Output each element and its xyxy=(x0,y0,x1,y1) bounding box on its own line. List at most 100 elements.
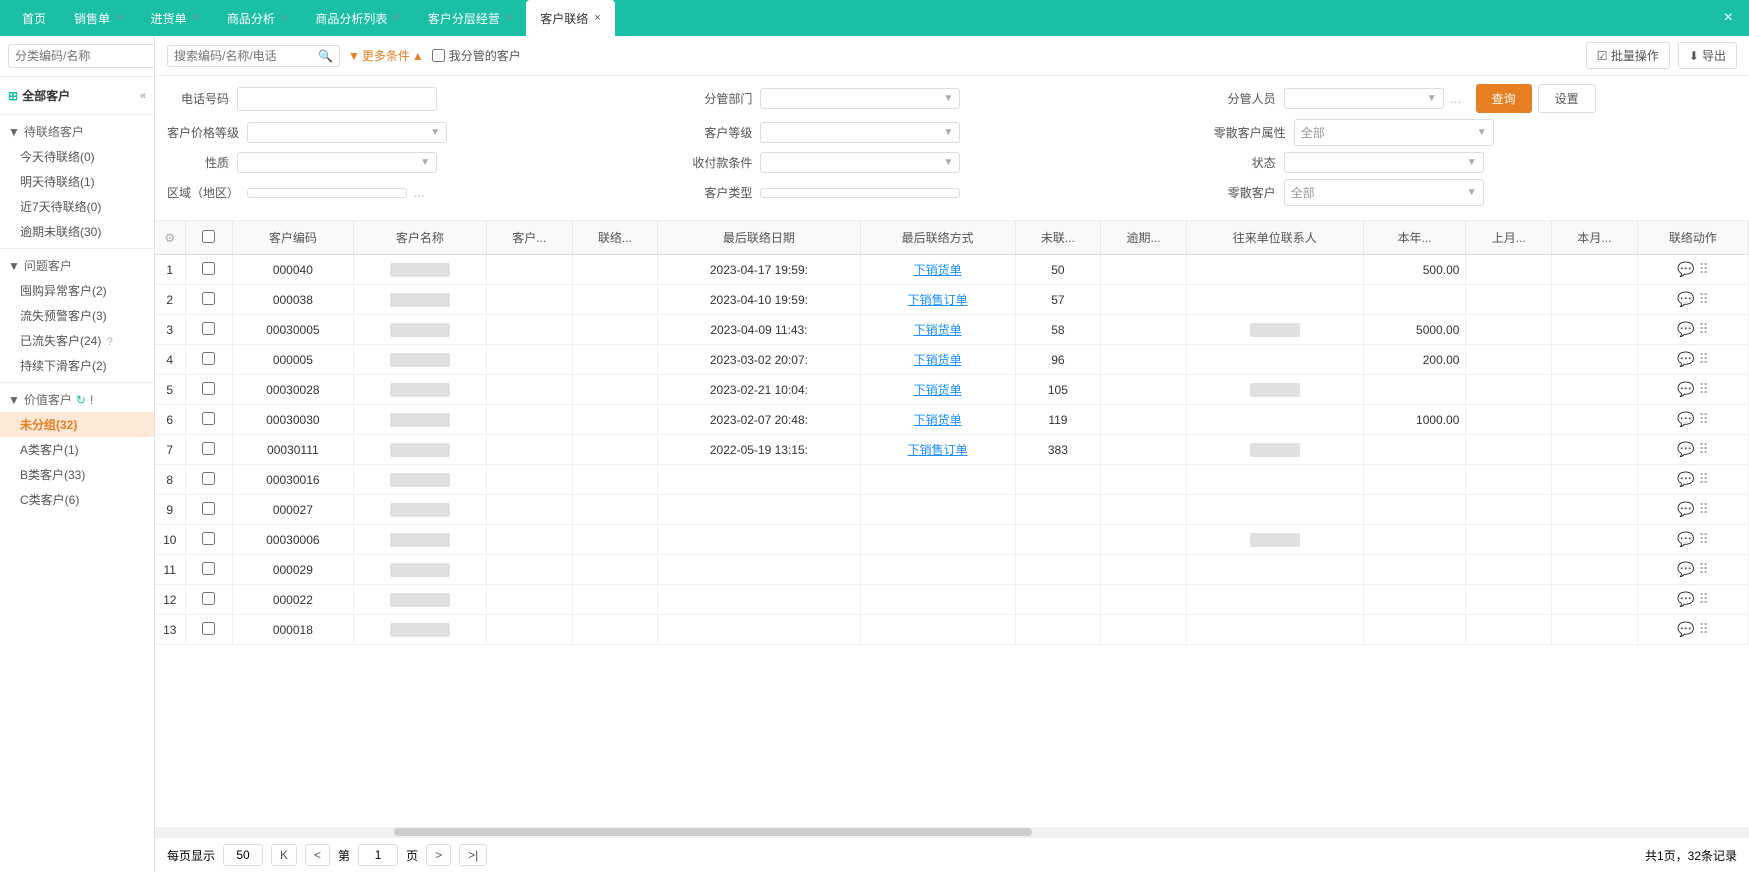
more-action-icon[interactable]: ⠿ xyxy=(1698,291,1708,308)
tab-product-list[interactable]: 商品分析列表 × xyxy=(301,0,413,36)
nature-select[interactable]: ▼ xyxy=(237,152,437,173)
sidebar-item-abnormal[interactable]: 囤购异常客户(2) xyxy=(0,278,154,303)
sidebar-collapse-button[interactable]: « xyxy=(140,90,146,102)
more-action-icon[interactable]: ⠿ xyxy=(1698,321,1708,338)
more-action-icon[interactable]: ⠿ xyxy=(1698,261,1708,278)
lastmethod-cell[interactable]: 下销货单 xyxy=(860,315,1015,345)
sidebar-item-classC[interactable]: C类客户(6) xyxy=(0,487,154,512)
sidebar-item-overdue[interactable]: 逾期未联络(30) xyxy=(0,219,154,244)
more-action-icon[interactable]: ⠿ xyxy=(1698,501,1708,518)
tab-product-list-close[interactable]: × xyxy=(393,12,399,24)
lastmethod-cell[interactable] xyxy=(860,525,1015,555)
tab-purchase-close[interactable]: × xyxy=(192,12,198,24)
call-icon[interactable]: 💬 xyxy=(1677,261,1694,278)
call-icon[interactable]: 💬 xyxy=(1677,291,1694,308)
export-button[interactable]: ⬇ 导出 xyxy=(1678,42,1737,69)
lastmethod-cell[interactable]: 下销货单 xyxy=(860,255,1015,285)
row-checkbox[interactable] xyxy=(202,442,215,455)
sidebar-item-churned[interactable]: 已流失客户(24) ? xyxy=(0,328,154,353)
row-checkbox[interactable] xyxy=(202,262,215,275)
batch-operation-button[interactable]: ☑ 批量操作 xyxy=(1586,42,1670,69)
sidebar-item-classA[interactable]: A类客户(1) xyxy=(0,437,154,462)
search-icon[interactable]: 🔍 xyxy=(318,49,333,63)
more-action-icon[interactable]: ⠿ xyxy=(1698,531,1708,548)
more-action-icon[interactable]: ⠿ xyxy=(1698,471,1708,488)
tab-customer-contact[interactable]: 客户联络 × xyxy=(526,0,614,36)
person-select[interactable]: ▼ xyxy=(1284,88,1444,109)
lastmethod-cell[interactable]: 下销货单 xyxy=(860,405,1015,435)
check-cell[interactable] xyxy=(185,255,232,285)
call-icon[interactable]: 💬 xyxy=(1677,351,1694,368)
section-problem-customers[interactable]: ▼ 问题客户 xyxy=(0,253,154,278)
lastmethod-cell[interactable]: 下销售订单 xyxy=(860,435,1015,465)
sidebar-item-tomorrow[interactable]: 明天待联络(1) xyxy=(0,169,154,194)
tab-customer-contact-close[interactable]: × xyxy=(594,12,600,24)
more-action-icon[interactable]: ⠿ xyxy=(1698,441,1708,458)
check-cell[interactable] xyxy=(185,555,232,585)
sparse-customer-select[interactable]: 全部 ▼ xyxy=(1284,179,1484,206)
query-button[interactable]: 查询 xyxy=(1476,84,1532,113)
tab-sales[interactable]: 销售单 × xyxy=(60,0,136,36)
prev-page-button[interactable]: < xyxy=(305,844,330,866)
select-all-checkbox[interactable] xyxy=(202,230,215,243)
check-cell[interactable] xyxy=(185,465,232,495)
tab-product-analysis[interactable]: 商品分析 × xyxy=(213,0,301,36)
sparse-attr-select[interactable]: 全部 ▼ xyxy=(1294,119,1494,146)
more-action-icon[interactable]: ⠿ xyxy=(1698,381,1708,398)
check-cell[interactable] xyxy=(185,585,232,615)
lastmethod-cell[interactable]: 下销货单 xyxy=(860,375,1015,405)
more-action-icon[interactable]: ⠿ xyxy=(1698,591,1708,608)
check-cell[interactable] xyxy=(185,495,232,525)
call-icon[interactable]: 💬 xyxy=(1677,321,1694,338)
row-checkbox[interactable] xyxy=(202,622,215,635)
settings-header[interactable]: ⚙ xyxy=(155,221,185,255)
tab-home[interactable]: 首页 xyxy=(8,0,60,36)
check-cell[interactable] xyxy=(185,435,232,465)
tab-product-analysis-close[interactable]: × xyxy=(281,12,287,24)
check-header[interactable] xyxy=(185,221,232,255)
call-icon[interactable]: 💬 xyxy=(1677,441,1694,458)
check-cell[interactable] xyxy=(185,285,232,315)
tab-customer-tier[interactable]: 客户分层经营 × xyxy=(414,0,526,36)
scrollbar-thumb[interactable] xyxy=(394,828,1032,836)
first-page-button[interactable]: K xyxy=(271,844,297,866)
person-more-button[interactable]: … xyxy=(1444,92,1468,106)
sidebar-root-item[interactable]: ⊞ 全部客户 « xyxy=(0,81,154,110)
reset-button[interactable]: 设置 xyxy=(1538,84,1596,113)
search-input[interactable] xyxy=(174,49,314,63)
last-page-button[interactable]: >| xyxy=(459,844,487,866)
call-icon[interactable]: 💬 xyxy=(1677,381,1694,398)
lastmethod-cell[interactable] xyxy=(860,555,1015,585)
section-value-customers[interactable]: ▼ 价值客户 ↻ ! xyxy=(0,387,154,412)
check-cell[interactable] xyxy=(185,315,232,345)
lastmethod-cell[interactable] xyxy=(860,495,1015,525)
sidebar-item-churn-warning[interactable]: 流失预警客户(3) xyxy=(0,303,154,328)
row-checkbox[interactable] xyxy=(202,382,215,395)
horizontal-scrollbar[interactable] xyxy=(155,827,1749,837)
sidebar-item-today[interactable]: 今天待联络(0) xyxy=(0,144,154,169)
customer-level-select[interactable]: ▼ xyxy=(760,122,960,143)
tab-purchase[interactable]: 进货单 × xyxy=(136,0,212,36)
refresh-icon[interactable]: ↻ xyxy=(76,393,86,407)
call-icon[interactable]: 💬 xyxy=(1677,621,1694,638)
check-cell[interactable] xyxy=(185,525,232,555)
lastmethod-cell[interactable]: 下销售订单 xyxy=(860,285,1015,315)
customer-type-select[interactable] xyxy=(760,188,960,198)
more-action-icon[interactable]: ⠿ xyxy=(1698,621,1708,638)
row-checkbox[interactable] xyxy=(202,592,215,605)
more-action-icon[interactable]: ⠿ xyxy=(1698,411,1708,428)
page-number-input[interactable] xyxy=(358,844,398,866)
row-checkbox[interactable] xyxy=(202,472,215,485)
check-cell[interactable] xyxy=(185,375,232,405)
call-icon[interactable]: 💬 xyxy=(1677,561,1694,578)
per-page-input[interactable] xyxy=(223,844,263,866)
more-action-icon[interactable]: ⠿ xyxy=(1698,351,1708,368)
row-checkbox[interactable] xyxy=(202,562,215,575)
sidebar-item-7days[interactable]: 近7天待联络(0) xyxy=(0,194,154,219)
lastmethod-cell[interactable] xyxy=(860,465,1015,495)
window-close-button[interactable]: × xyxy=(1716,9,1741,27)
sidebar-item-declining[interactable]: 持续下滑客户(2) xyxy=(0,353,154,378)
check-cell[interactable] xyxy=(185,345,232,375)
row-checkbox[interactable] xyxy=(202,532,215,545)
row-checkbox[interactable] xyxy=(202,412,215,425)
